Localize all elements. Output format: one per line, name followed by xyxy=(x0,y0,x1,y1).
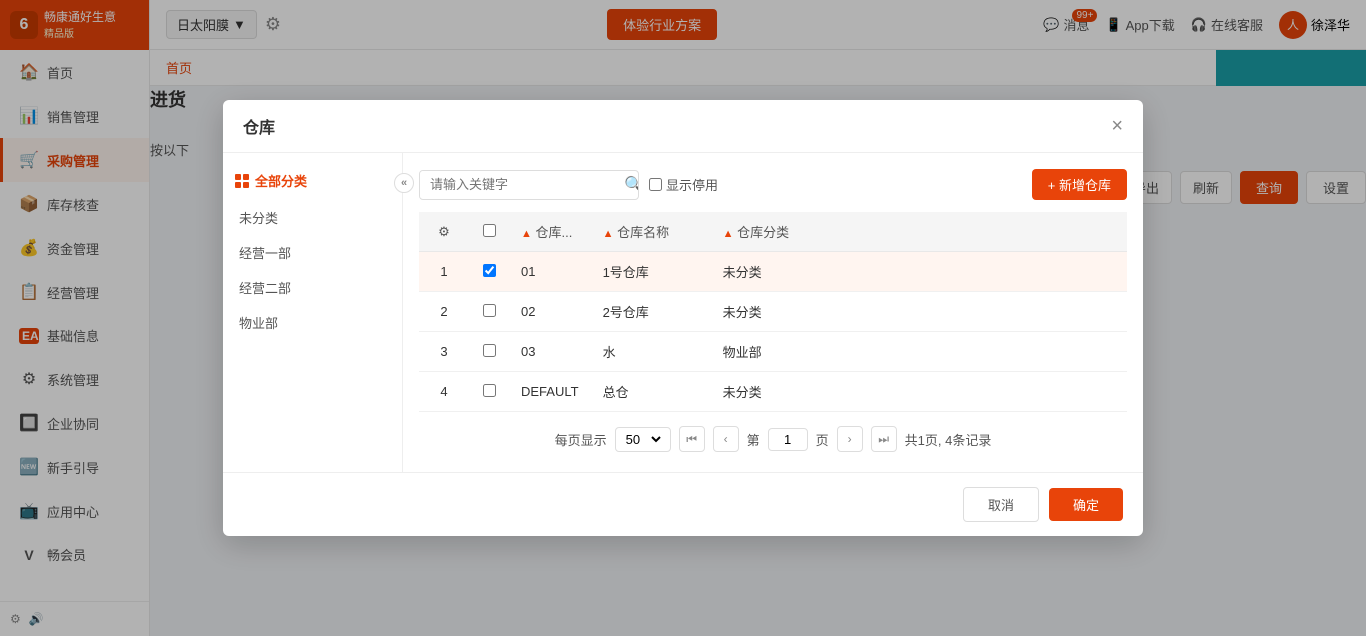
category-item-op2[interactable]: 经营二部 xyxy=(223,270,402,305)
col-gear: ⚙ xyxy=(419,212,469,252)
row-code: 01 xyxy=(509,252,591,292)
grid-icon xyxy=(235,174,249,188)
row-checkbox[interactable] xyxy=(469,372,509,412)
search-wrap: 🔍 xyxy=(419,170,639,200)
row-code: 02 xyxy=(509,292,591,332)
show-disabled-checkbox[interactable] xyxy=(649,178,662,191)
category-all-label: 全部分类 xyxy=(255,171,307,190)
category-item-unclassified[interactable]: 未分类 xyxy=(223,200,402,235)
table-row[interactable]: 1 01 1号仓库 未分类 xyxy=(419,252,1127,292)
category-item-label: 未分类 xyxy=(239,211,278,226)
row-name: 总仓 xyxy=(591,372,711,412)
col-checkbox xyxy=(469,212,509,252)
page-unit: 页 xyxy=(816,430,829,449)
sort-icon: ▲ xyxy=(723,228,734,240)
table-row[interactable]: 3 03 水 物业部 xyxy=(419,332,1127,372)
page-label: 第 xyxy=(747,430,760,449)
category-sidebar: 全部分类 « 未分类 经营一部 经营二部 物业部 xyxy=(223,153,403,472)
category-all-item[interactable]: 全部分类 « xyxy=(223,165,402,200)
modal-footer: 取消 确定 xyxy=(223,472,1143,536)
row-checkbox[interactable] xyxy=(469,252,509,292)
warehouse-modal: 仓库 × 全部分类 « 未分类 经营一部 xyxy=(223,100,1143,536)
modal-toolbar: 🔍 显示停用 + 新增仓库 xyxy=(419,169,1127,200)
first-page-btn[interactable]: ⏮ xyxy=(679,426,705,452)
next-page-btn[interactable]: › xyxy=(837,426,863,452)
row-category: 未分类 xyxy=(711,292,1127,332)
row-category: 未分类 xyxy=(711,372,1127,412)
sort-icon: ▲ xyxy=(603,228,614,240)
modal-main: 🔍 显示停用 + 新增仓库 ⚙ ▲ 仓库... xyxy=(403,153,1143,472)
add-warehouse-btn[interactable]: + 新增仓库 xyxy=(1032,169,1127,200)
col-category: ▲ 仓库分类 xyxy=(711,212,1127,252)
per-page-select[interactable]: 50 10 20 100 xyxy=(615,427,671,452)
row-code: 03 xyxy=(509,332,591,372)
row-name: 2号仓库 xyxy=(591,292,711,332)
show-disabled-text: 显示停用 xyxy=(666,175,718,194)
sort-icon: ▲ xyxy=(521,228,532,240)
row-index: 3 xyxy=(419,332,469,372)
row-name: 水 xyxy=(591,332,711,372)
pagination: 每页显示 50 10 20 100 ⏮ ‹ 第 页 › xyxy=(419,412,1127,456)
row-checkbox[interactable] xyxy=(469,292,509,332)
modal-close-btn[interactable]: × xyxy=(1111,116,1123,136)
modal-header: 仓库 × xyxy=(223,100,1143,153)
category-item-label: 经营一部 xyxy=(239,246,291,261)
row-category: 物业部 xyxy=(711,332,1127,372)
row-code: DEFAULT xyxy=(509,372,591,412)
modal-title: 仓库 xyxy=(243,114,275,138)
row-index: 4 xyxy=(419,372,469,412)
col-name: ▲ 仓库名称 xyxy=(591,212,711,252)
category-item-op1[interactable]: 经营一部 xyxy=(223,235,402,270)
category-item-property[interactable]: 物业部 xyxy=(223,305,402,340)
per-page-dropdown[interactable]: 50 10 20 100 xyxy=(622,431,664,448)
row-category: 未分类 xyxy=(711,252,1127,292)
row-checkbox[interactable] xyxy=(469,332,509,372)
row-index: 2 xyxy=(419,292,469,332)
modal-body: 全部分类 « 未分类 经营一部 经营二部 物业部 xyxy=(223,153,1143,472)
category-item-label: 经营二部 xyxy=(239,281,291,296)
page-total: 共1页, 4条记录 xyxy=(905,430,992,449)
collapse-sidebar-btn[interactable]: « xyxy=(394,173,414,193)
row-name: 1号仓库 xyxy=(591,252,711,292)
col-code: ▲ 仓库... xyxy=(509,212,591,252)
table-row[interactable]: 4 DEFAULT 总仓 未分类 xyxy=(419,372,1127,412)
cancel-btn[interactable]: 取消 xyxy=(963,487,1039,522)
table-header-row: ⚙ ▲ 仓库... ▲ 仓库名称 ▲ 仓库分类 xyxy=(419,212,1127,252)
search-input[interactable] xyxy=(420,171,616,198)
show-disabled-label[interactable]: 显示停用 xyxy=(649,175,718,194)
page-input[interactable] xyxy=(768,428,808,451)
select-all-checkbox[interactable] xyxy=(483,224,496,237)
search-btn[interactable]: 🔍 xyxy=(616,171,639,199)
per-page-label: 每页显示 xyxy=(555,430,607,449)
warehouse-table: ⚙ ▲ 仓库... ▲ 仓库名称 ▲ 仓库分类 1 01 1号仓库 未分类 2 … xyxy=(419,212,1127,412)
row-index: 1 xyxy=(419,252,469,292)
table-row[interactable]: 2 02 2号仓库 未分类 xyxy=(419,292,1127,332)
last-page-btn[interactable]: ⏭ xyxy=(871,426,897,452)
confirm-btn[interactable]: 确定 xyxy=(1049,488,1123,521)
category-item-label: 物业部 xyxy=(239,316,278,331)
modal-overlay: 仓库 × 全部分类 « 未分类 经营一部 xyxy=(0,0,1366,636)
prev-page-btn[interactable]: ‹ xyxy=(713,426,739,452)
